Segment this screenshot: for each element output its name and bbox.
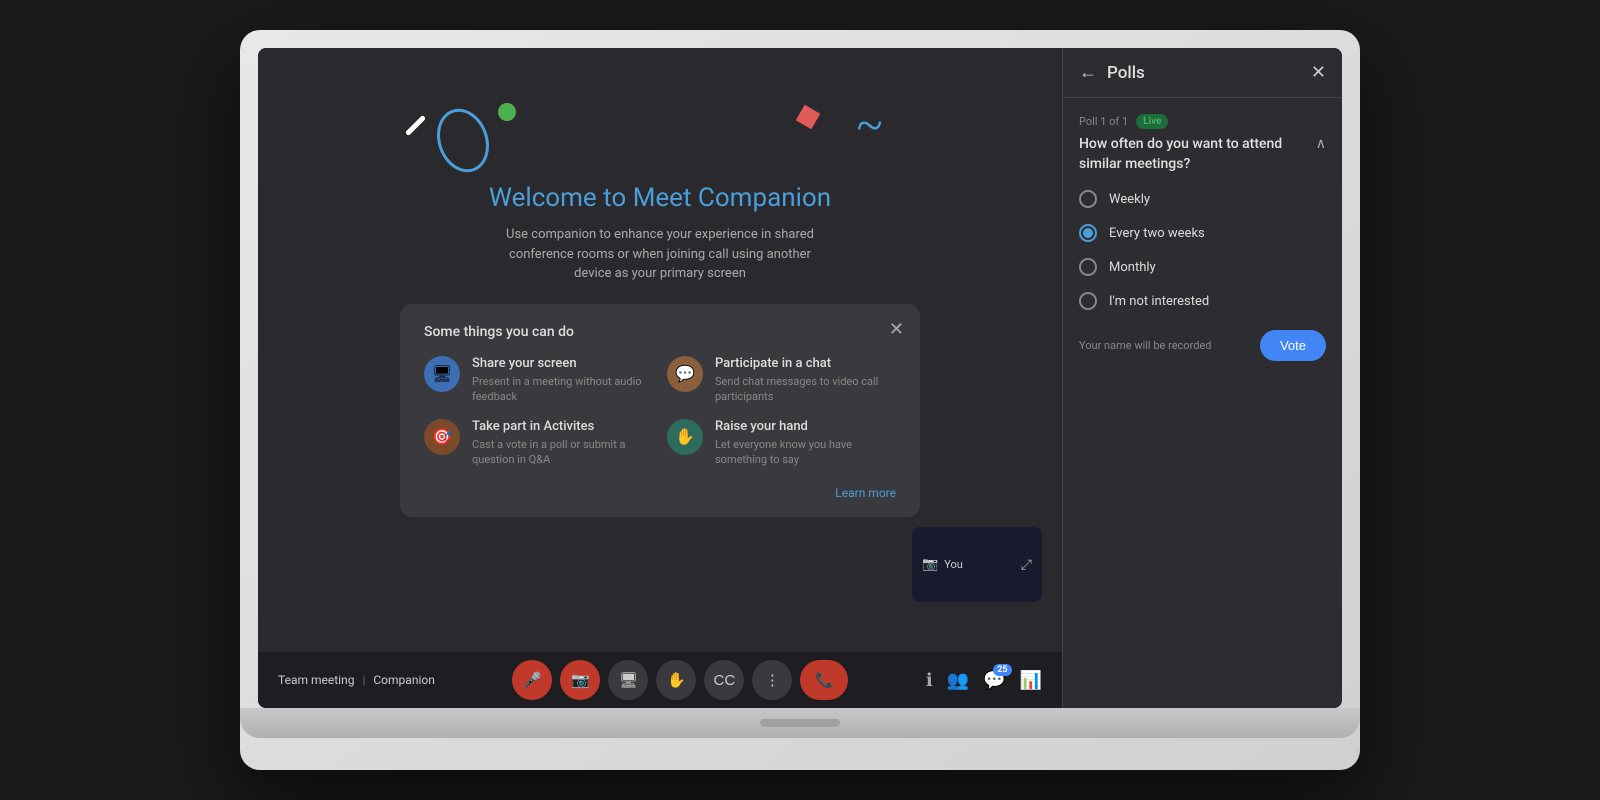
share-screen-desc: Present in a meeting without audio feedb…: [472, 374, 653, 405]
poll-footer: Your name will be recorded Vote: [1079, 330, 1326, 361]
more-options-button[interactable]: ⋮: [752, 660, 792, 700]
polls-close-button[interactable]: ✕: [1311, 62, 1326, 83]
laptop-frame: ~ Welcome to Meet Companion Use companio…: [240, 30, 1360, 770]
raise-hand-desc: Let everyone know you have something to …: [715, 437, 896, 468]
polls-title: Polls: [1107, 63, 1301, 83]
self-view: 📷 You ⤢: [912, 527, 1042, 602]
poll-option-label-2: Monthly: [1109, 260, 1156, 275]
radio-monthly: [1079, 258, 1097, 276]
meeting-separator: |: [362, 673, 365, 687]
poll-option-3[interactable]: I'm not interested: [1079, 292, 1326, 310]
activities-desc: Cast a vote in a poll or submit a questi…: [472, 437, 653, 468]
right-controls: ℹ 👥 💬 25 📊: [926, 670, 1042, 691]
chat-icon: 💬: [667, 356, 703, 392]
poll-question: How often do you want to attend similar …: [1079, 135, 1326, 174]
chat-title: Participate in a chat: [715, 356, 896, 371]
poll-option-label-1: Every two weeks: [1109, 226, 1205, 241]
polls-header: ← Polls ✕: [1063, 48, 1342, 98]
bottom-bar: Team meeting | Companion 🎤 📷 🖥 ✋ CC ⋮ 📞: [258, 652, 1062, 708]
poll-collapse-button[interactable]: ∧: [1308, 135, 1326, 152]
poll-option-label-3: I'm not interested: [1109, 294, 1209, 309]
polls-body: Poll 1 of 1 Live How often do you want t…: [1063, 98, 1342, 708]
screen-content: ~ Welcome to Meet Companion Use companio…: [258, 48, 1342, 708]
poll-option-2[interactable]: Monthly: [1079, 258, 1326, 276]
radio-every-two-weeks: [1079, 224, 1097, 242]
thing-item-share-screen: 🖥 Share your screen Present in a meeting…: [424, 356, 653, 405]
laptop-notch: [760, 719, 840, 727]
welcome-title: Welcome to Meet Companion: [489, 183, 831, 213]
learn-more-link[interactable]: Learn more: [835, 486, 896, 500]
end-call-button[interactable]: 📞: [800, 660, 848, 700]
raise-hand-icon: ✋: [667, 419, 703, 455]
activities-icon: 🎯: [424, 419, 460, 455]
poll-option-label-0: Weekly: [1109, 192, 1150, 207]
poll-question-text: How often do you want to attend similar …: [1079, 135, 1308, 174]
share-screen-title: Share your screen: [472, 356, 653, 371]
live-badge: Live: [1136, 114, 1168, 129]
polls-panel: ← Polls ✕ Poll 1 of 1 Live How often do …: [1062, 48, 1342, 708]
poll-meta: Poll 1 of 1 Live: [1079, 114, 1326, 129]
captions-button[interactable]: CC: [704, 660, 744, 700]
camera-off-icon: 📷: [922, 557, 938, 572]
welcome-area: ~ Welcome to Meet Companion Use companio…: [258, 48, 1062, 652]
poll-name-note: Your name will be recorded: [1079, 339, 1211, 352]
laptop-screen: ~ Welcome to Meet Companion Use companio…: [258, 48, 1342, 708]
chat-badge: 25: [993, 664, 1011, 676]
things-card-close-button[interactable]: ✕: [889, 320, 904, 338]
companion-label: Companion: [373, 673, 434, 687]
polls-back-button[interactable]: ←: [1079, 62, 1097, 83]
present-button[interactable]: 🖥: [608, 660, 648, 700]
things-card: Some things you can do ✕ 🖥 Share your sc…: [400, 304, 920, 517]
chat-button[interactable]: 💬 25: [983, 670, 1005, 691]
laptop-base: [240, 708, 1360, 738]
poll-option-1[interactable]: Every two weeks: [1079, 224, 1326, 242]
things-grid: 🖥 Share your screen Present in a meeting…: [424, 356, 896, 468]
meeting-info: Team meeting | Companion: [278, 673, 435, 687]
poll-options: Weekly Every two weeks Monthly: [1079, 190, 1326, 310]
raise-hand-title: Raise your hand: [715, 419, 896, 434]
learn-more-container: Learn more: [424, 482, 896, 501]
poll-option-0[interactable]: Weekly: [1079, 190, 1326, 208]
main-area: ~ Welcome to Meet Companion Use companio…: [258, 48, 1062, 708]
activities-title: Take part in Activites: [472, 419, 653, 434]
info-button[interactable]: ℹ: [926, 670, 933, 691]
deco-wave: ~: [856, 98, 882, 153]
deco-green-dot: [498, 103, 516, 121]
camera-mute-button[interactable]: 📷: [560, 660, 600, 700]
things-card-title: Some things you can do: [424, 324, 896, 340]
expand-icon[interactable]: ⤢: [1021, 557, 1032, 573]
deco-pink-rect: [796, 105, 821, 130]
thing-item-chat: 💬 Participate in a chat Send chat messag…: [667, 356, 896, 405]
chat-desc: Send chat messages to video call partici…: [715, 374, 896, 405]
raise-hand-button[interactable]: ✋: [656, 660, 696, 700]
poll-meta-text: Poll 1 of 1: [1079, 115, 1128, 128]
radio-not-interested: [1079, 292, 1097, 310]
controls: 🎤 📷 🖥 ✋ CC ⋮ 📞: [512, 660, 848, 700]
meeting-name: Team meeting: [278, 673, 354, 687]
mic-mute-button[interactable]: 🎤: [512, 660, 552, 700]
deco-slash-left: [405, 115, 426, 136]
vote-button[interactable]: Vote: [1260, 330, 1326, 361]
activities-button[interactable]: 📊: [1020, 670, 1042, 691]
radio-inner: [1083, 228, 1093, 238]
share-screen-icon: 🖥: [424, 356, 460, 392]
radio-weekly: [1079, 190, 1097, 208]
participants-button[interactable]: 👥: [947, 670, 969, 691]
welcome-subtitle: Use companion to enhance your experience…: [500, 225, 820, 284]
thing-item-activities: 🎯 Take part in Activites Cast a vote in …: [424, 419, 653, 468]
thing-item-raise-hand: ✋ Raise your hand Let everyone know you …: [667, 419, 896, 468]
deco-oval: [428, 101, 497, 179]
self-view-label: You: [944, 558, 963, 571]
